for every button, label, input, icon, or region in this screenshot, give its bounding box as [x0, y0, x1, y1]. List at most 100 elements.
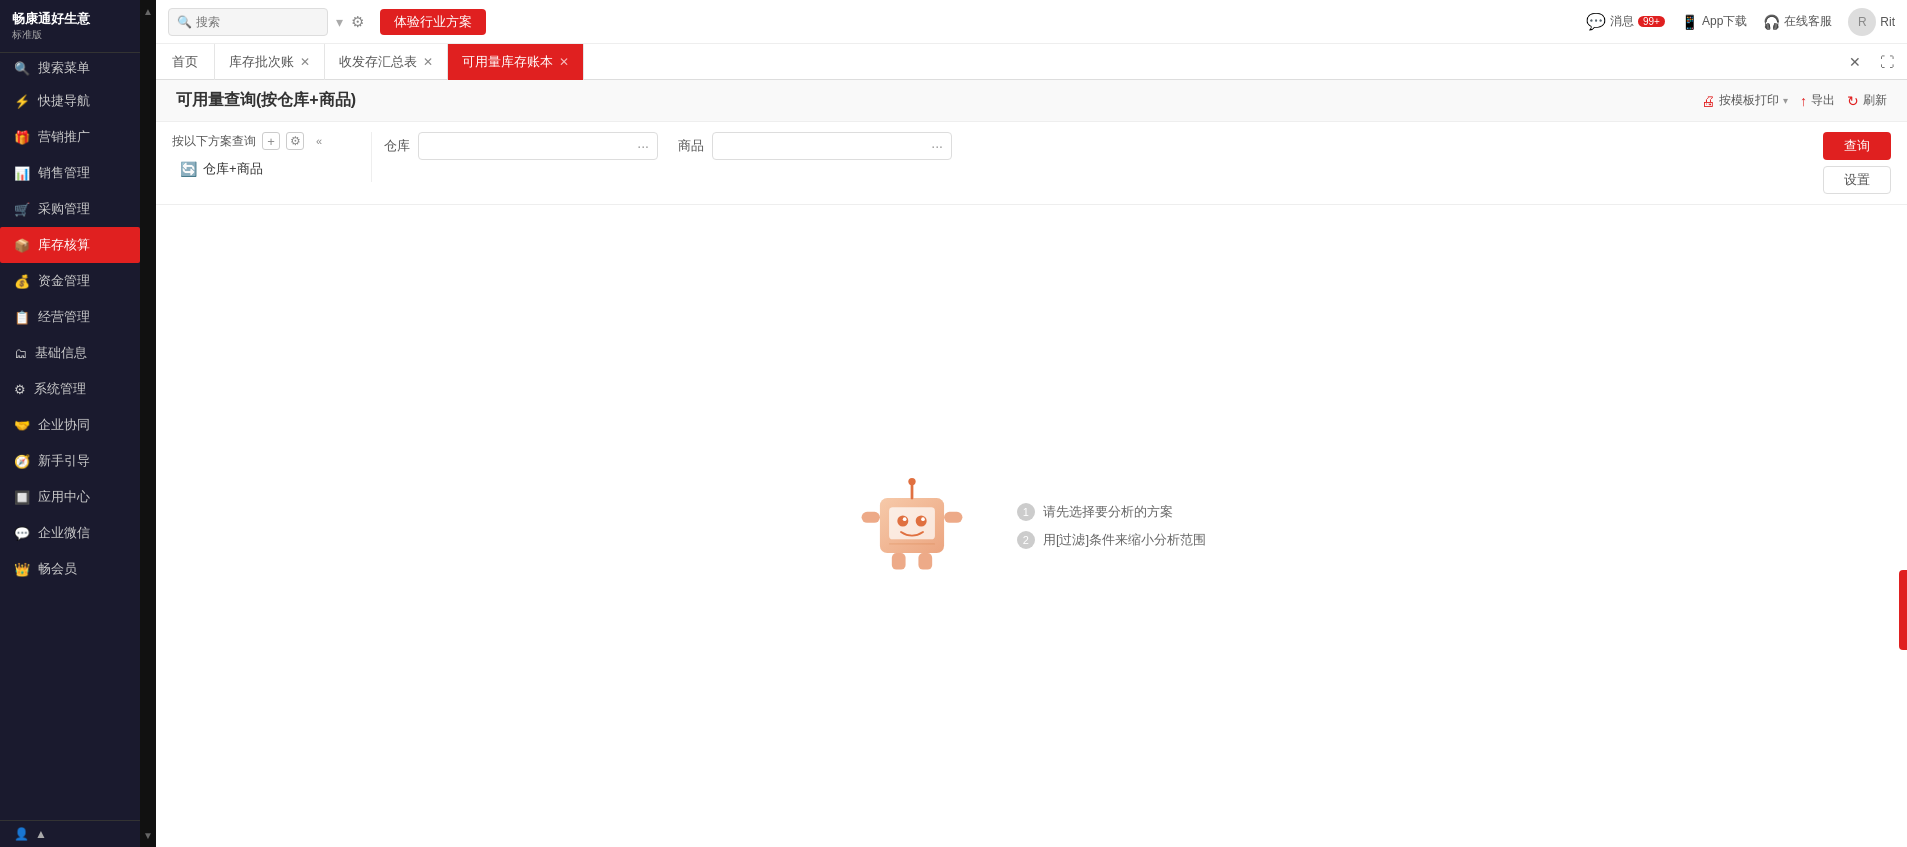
topbar-right: 💬 消息 99+ 📱 App下载 🎧 在线客服 R Rit [1586, 8, 1895, 36]
app-icon: 📱 [1681, 14, 1698, 30]
scheme-collapse-button[interactable]: « [310, 132, 328, 150]
svg-point-5 [921, 517, 925, 521]
sidebar-item-label: 基础信息 [35, 344, 87, 362]
topbar-chevron[interactable]: ▾ [336, 14, 343, 30]
sidebar-item-label: 快捷导航 [38, 92, 90, 110]
sidebar-item-apps[interactable]: 🔲 应用中心 [0, 479, 140, 515]
search-icon: 🔍 [177, 15, 192, 29]
message-icon: 💬 [1586, 12, 1606, 31]
sidebar-item-finance[interactable]: 💰 资金管理 [0, 263, 140, 299]
sidebar: 畅康通好生意 标准版 🔍 搜索菜单 ⚡ 快捷导航 🎁 营销推广 📊 销售管理 🛒… [0, 0, 140, 847]
topbar-message[interactable]: 💬 消息 99+ [1586, 12, 1665, 31]
scroll-up-arrow[interactable]: ▲ [141, 4, 155, 19]
svg-rect-10 [892, 553, 906, 570]
query-field-warehouse: 仓库 ··· [384, 132, 658, 160]
purchase-icon: 🛒 [14, 202, 30, 217]
industry-solution-button[interactable]: 体验行业方案 [380, 9, 486, 35]
sidebar-item-wechat[interactable]: 💬 企业微信 [0, 515, 140, 551]
marketing-icon: 🎁 [14, 130, 30, 145]
sidebar-item-system[interactable]: ⚙ 系统管理 [0, 371, 140, 407]
sidebar-scroll-up[interactable]: ▲ [35, 827, 47, 841]
svg-rect-11 [918, 553, 932, 570]
sidebar-item-inventory[interactable]: 📦 库存核算 [0, 227, 140, 263]
refresh-icon: ↻ [1847, 93, 1859, 109]
topbar-online-service[interactable]: 🎧 在线客服 [1763, 13, 1832, 30]
scheme-item-icon: 🔄 [180, 161, 197, 177]
tip-text-1: 请先选择要分析的方案 [1043, 503, 1173, 521]
tab-fullscreen-button[interactable]: ⛶ [1875, 50, 1899, 74]
tab-in-out-summary[interactable]: 收发存汇总表 ✕ [325, 44, 448, 80]
sidebar-item-label: 资金管理 [38, 272, 90, 290]
search-icon: 🔍 [14, 61, 30, 76]
export-icon: ↑ [1800, 93, 1807, 109]
query-fields: 仓库 ··· 商品 ··· [384, 132, 1811, 160]
warehouse-input[interactable] [427, 139, 631, 153]
message-badge: 99+ [1638, 16, 1665, 27]
scheme-settings-button[interactable]: ⚙ [286, 132, 304, 150]
sidebar-item-label: 畅会员 [38, 560, 77, 578]
scheme-add-button[interactable]: + [262, 132, 280, 150]
scroll-down-arrow[interactable]: ▼ [141, 828, 155, 843]
guide-icon: 🧭 [14, 454, 30, 469]
empty-state: 1 请先选择要分析的方案 2 用[过滤]条件来缩小分析范围 [156, 205, 1907, 847]
empty-tip-2: 2 用[过滤]条件来缩小分析范围 [1017, 531, 1206, 549]
warehouse-input-wrapper[interactable]: ··· [418, 132, 658, 160]
topbar-gear[interactable]: ⚙ [351, 13, 364, 31]
sidebar-item-label: 系统管理 [34, 380, 86, 398]
refresh-button[interactable]: ↻ 刷新 [1847, 92, 1887, 109]
print-button[interactable]: 🖨 按模板打印 ▾ [1701, 92, 1788, 109]
tab-available-inventory[interactable]: 可用量库存账本 ✕ [448, 44, 584, 80]
sidebar-item-label: 库存核算 [38, 236, 90, 254]
query-buttons: 查询 设置 [1823, 132, 1891, 194]
sidebar-item-marketing[interactable]: 🎁 营销推广 [0, 119, 140, 155]
query-button[interactable]: 查询 [1823, 132, 1891, 160]
sidebar-item-operations[interactable]: 📋 经营管理 [0, 299, 140, 335]
topbar-search[interactable]: 🔍 [168, 8, 328, 36]
product-dots-button[interactable]: ··· [931, 138, 943, 154]
tabsbar-actions: ✕ ⛶ [1843, 50, 1907, 74]
sidebar-item-enterprise[interactable]: 🤝 企业协同 [0, 407, 140, 443]
sidebar-bottom[interactable]: 👤 ▲ [0, 820, 140, 847]
inventory-icon: 📦 [14, 238, 30, 253]
tab-inventory-batch-close[interactable]: ✕ [300, 55, 310, 69]
tab-home[interactable]: 首页 [156, 44, 215, 80]
tab-inventory-batch[interactable]: 库存批次账 ✕ [215, 44, 325, 80]
query-scheme-header: 按以下方案查询 + ⚙ « [172, 132, 359, 150]
apps-icon: 🔲 [14, 490, 30, 505]
sidebar-item-sales[interactable]: 📊 销售管理 [0, 155, 140, 191]
query-area: 按以下方案查询 + ⚙ « 🔄 仓库+商品 仓库 ··· 商品 [156, 122, 1907, 205]
sidebar-item-purchase[interactable]: 🛒 采购管理 [0, 191, 140, 227]
sidebar-item-label: 应用中心 [38, 488, 90, 506]
sidebar-item-quicknav[interactable]: ⚡ 快捷导航 [0, 83, 140, 119]
sidebar-item-member[interactable]: 👑 畅会员 [0, 551, 140, 587]
tab-in-out-summary-close[interactable]: ✕ [423, 55, 433, 69]
tab-available-inventory-close[interactable]: ✕ [559, 55, 569, 69]
tab-inventory-batch-label: 库存批次账 [229, 53, 294, 71]
scheme-item-warehouse-product[interactable]: 🔄 仓库+商品 [172, 156, 359, 182]
enterprise-icon: 🤝 [14, 418, 30, 433]
topbar-app-download[interactable]: 📱 App下载 [1681, 13, 1747, 30]
export-label: 导出 [1811, 92, 1835, 109]
product-input-wrapper[interactable]: ··· [712, 132, 952, 160]
empty-tips: 1 请先选择要分析的方案 2 用[过滤]条件来缩小分析范围 [1017, 503, 1206, 549]
query-scheme-panel: 按以下方案查询 + ⚙ « 🔄 仓库+商品 [172, 132, 372, 182]
sidebar-item-guide[interactable]: 🧭 新手引导 [0, 443, 140, 479]
app-title: 畅康通好生意 [12, 10, 128, 28]
sidebar-item-search[interactable]: 🔍 搜索菜单 [0, 53, 140, 83]
tab-close-all-button[interactable]: ✕ [1843, 50, 1867, 74]
product-label: 商品 [678, 137, 704, 155]
product-input[interactable] [721, 139, 925, 153]
quicknav-icon: ⚡ [14, 94, 30, 109]
print-label: 按模板打印 [1719, 92, 1779, 109]
export-button[interactable]: ↑ 导出 [1800, 92, 1835, 109]
username-label: Rit [1880, 15, 1895, 29]
app-subtitle: 标准版 [12, 28, 128, 42]
topbar-user[interactable]: R Rit [1848, 8, 1895, 36]
empty-state-content: 1 请先选择要分析的方案 2 用[过滤]条件来缩小分析范围 [857, 466, 1206, 586]
warehouse-label: 仓库 [384, 137, 410, 155]
search-input[interactable] [196, 15, 296, 29]
warehouse-dots-button[interactable]: ··· [637, 138, 649, 154]
tab-in-out-summary-label: 收发存汇总表 [339, 53, 417, 71]
sidebar-item-base-info[interactable]: 🗂 基础信息 [0, 335, 140, 371]
settings-button[interactable]: 设置 [1823, 166, 1891, 194]
